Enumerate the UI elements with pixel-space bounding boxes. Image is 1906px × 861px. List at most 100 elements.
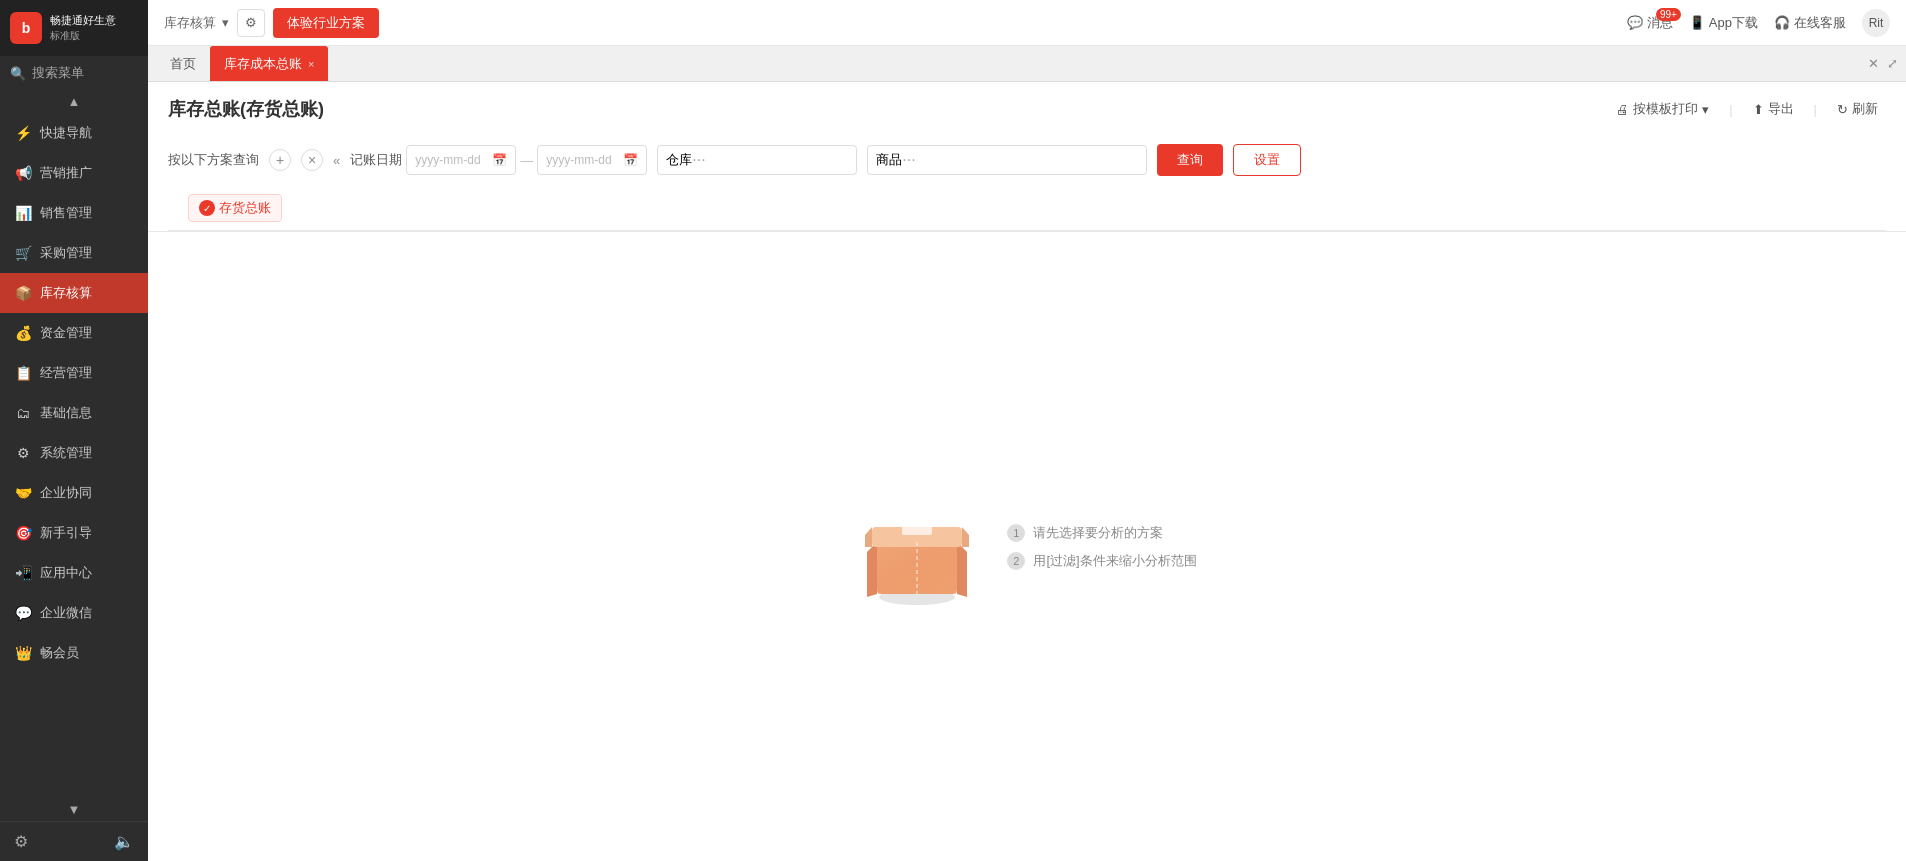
warehouse-more-icon[interactable]: ···: [692, 151, 705, 169]
sidebar-item-label: 采购管理: [40, 244, 92, 262]
enterprise-icon: 🤝: [14, 484, 32, 502]
filter-bar: 按以下方案查询 + × « 记账日期 yyyy-mm-dd 📅 — yyyy-m…: [168, 134, 1886, 186]
sidebar-item-enterprise[interactable]: 🤝 企业协同: [0, 473, 148, 513]
tab-inventory-ledger[interactable]: 库存成本总账 ×: [210, 46, 328, 81]
sidebar-item-guide[interactable]: 🎯 新手引导: [0, 513, 148, 553]
sidebar-item-operation[interactable]: 📋 经营管理: [0, 353, 148, 393]
svg-marker-7: [962, 527, 969, 547]
topbar: 库存核算 ▾ ⚙ 体验行业方案 💬 消息 99+ 📱 App下载 🎧 在线客服 …: [148, 0, 1906, 46]
sidebar-item-app-center[interactable]: 📲 应用中心: [0, 553, 148, 593]
sidebar-item-label: 畅会员: [40, 644, 79, 662]
system-icon: ⚙: [14, 444, 32, 462]
step-2-text: 用[过滤]条件来缩小分析范围: [1033, 552, 1196, 570]
logo-app-name: 畅捷通好生意: [50, 13, 116, 28]
home-tab-label: 首页: [170, 55, 196, 73]
sidebar-item-label: 企业协同: [40, 484, 92, 502]
action-divider: |: [1729, 102, 1732, 117]
empty-step-1: 1 请先选择要分析的方案: [1007, 524, 1196, 542]
refresh-icon: ↻: [1837, 102, 1848, 117]
sidebar-item-purchase[interactable]: 🛒 采购管理: [0, 233, 148, 273]
sidebar-item-system[interactable]: ⚙ 系统管理: [0, 433, 148, 473]
tab-resize-icon[interactable]: ⤢: [1887, 56, 1898, 71]
sidebar-item-label: 库存核算: [40, 284, 92, 302]
sidebar-item-inventory[interactable]: 📦 库存核算: [0, 273, 148, 313]
page-header: 库存总账(存货总账) 🖨 按模板打印 ▾ | ⬆ 导出 | ↻: [148, 82, 1906, 232]
marketing-icon: 📢: [14, 164, 32, 182]
sub-filter-label: 存货总账: [219, 199, 271, 217]
online-service-btn[interactable]: 🎧 在线客服: [1774, 14, 1846, 32]
message-btn[interactable]: 💬 消息 99+: [1627, 14, 1673, 32]
warehouse-filter[interactable]: 仓库 ···: [657, 145, 857, 175]
finance-icon: 💰: [14, 324, 32, 342]
date-to-placeholder: yyyy-mm-dd: [546, 153, 611, 167]
filter-date-label: 记账日期: [350, 151, 402, 169]
date-from-input[interactable]: yyyy-mm-dd 📅: [406, 145, 516, 175]
sidebar-logo: b 畅捷通好生意 标准版: [0, 0, 148, 56]
sidebar-item-basic-info[interactable]: 🗂 基础信息: [0, 393, 148, 433]
headset-icon: 🎧: [1774, 15, 1790, 30]
topbar-breadcrumb: 库存核算 ▾: [164, 14, 229, 32]
date-to-input[interactable]: yyyy-mm-dd 📅: [537, 145, 647, 175]
sidebar-scroll-up[interactable]: ▲: [0, 90, 148, 113]
sidebar-scroll-down[interactable]: ▼: [0, 798, 148, 821]
page-title: 库存总账(存货总账): [168, 97, 324, 121]
query-btn[interactable]: 查询: [1157, 144, 1223, 176]
action-divider-2: |: [1814, 102, 1817, 117]
sidebar-item-wechat[interactable]: 💬 企业微信: [0, 593, 148, 633]
date-separator: —: [520, 153, 533, 168]
filter-label: 按以下方案查询: [168, 151, 259, 169]
sidebar-audio-btn[interactable]: 🔈: [114, 832, 134, 851]
sidebar-search[interactable]: 🔍 搜索菜单: [0, 56, 148, 90]
search-icon: 🔍: [10, 66, 26, 81]
product-more-icon[interactable]: ···: [902, 151, 915, 169]
topbar-settings-btn[interactable]: ⚙: [237, 9, 265, 37]
sidebar-item-finance[interactable]: 💰 资金管理: [0, 313, 148, 353]
industry-btn[interactable]: 体验行业方案: [273, 8, 379, 38]
calendar-icon: 📅: [492, 153, 507, 167]
sidebar-item-label: 营销推广: [40, 164, 92, 182]
refresh-btn[interactable]: ↻ 刷新: [1829, 96, 1886, 122]
product-filter[interactable]: 商品 ···: [867, 145, 1147, 175]
sidebar-bottom: ⚙ 🔈: [0, 821, 148, 861]
sub-filter-item[interactable]: ✓ 存货总账: [188, 194, 282, 222]
sidebar-item-label: 资金管理: [40, 324, 92, 342]
print-icon: 🖨: [1616, 102, 1629, 117]
export-label: 导出: [1768, 100, 1794, 118]
sidebar-nav: ⚡ 快捷导航 📢 营销推广 📊 销售管理 🛒 采购管理 📦 库存核算 💰 资金管…: [0, 113, 148, 798]
topbar-right: 💬 消息 99+ 📱 App下载 🎧 在线客服 Rit: [1627, 9, 1890, 37]
svg-marker-3: [957, 542, 967, 597]
sidebar-item-sales[interactable]: 📊 销售管理: [0, 193, 148, 233]
sidebar-item-member[interactable]: 👑 畅会员: [0, 633, 148, 673]
empty-step-2: 2 用[过滤]条件来缩小分析范围: [1007, 552, 1196, 570]
user-avatar[interactable]: Rit: [1862, 9, 1890, 37]
tab-close-icon[interactable]: ×: [308, 58, 314, 70]
page-title-row: 库存总账(存货总账) 🖨 按模板打印 ▾ | ⬆ 导出 | ↻: [168, 96, 1886, 122]
filter-add-btn[interactable]: +: [269, 149, 291, 171]
content-area: 库存总账(存货总账) 🖨 按模板打印 ▾ | ⬆ 导出 | ↻: [148, 82, 1906, 861]
tab-home[interactable]: 首页: [156, 46, 210, 81]
filter-collapse-btn[interactable]: «: [333, 153, 340, 168]
setting-btn[interactable]: 设置: [1233, 144, 1301, 176]
guide-icon: 🎯: [14, 524, 32, 542]
phone-icon: 📱: [1689, 15, 1705, 30]
sub-filter-check-icon: ✓: [199, 200, 215, 216]
tab-window-close-icon[interactable]: ✕: [1868, 56, 1879, 71]
svg-marker-2: [867, 542, 877, 597]
filter-clear-btn[interactable]: ×: [301, 149, 323, 171]
sub-filter-bar: ✓ 存货总账: [168, 186, 1886, 231]
inventory-icon: 📦: [14, 284, 32, 302]
logo-icon: b: [10, 12, 42, 44]
sidebar-item-quick-nav[interactable]: ⚡ 快捷导航: [0, 113, 148, 153]
product-label: 商品: [876, 151, 902, 169]
sidebar-item-label: 应用中心: [40, 564, 92, 582]
filter-date-group: 记账日期 yyyy-mm-dd 📅 — yyyy-mm-dd 📅: [350, 145, 647, 175]
app-label: App下载: [1709, 14, 1758, 32]
print-btn[interactable]: 🖨 按模板打印 ▾: [1608, 96, 1717, 122]
sidebar-settings-btn[interactable]: ⚙: [14, 832, 28, 851]
sidebar-item-marketing[interactable]: 📢 营销推广: [0, 153, 148, 193]
sidebar-item-label: 快捷导航: [40, 124, 92, 142]
app-download-btn[interactable]: 📱 App下载: [1689, 14, 1758, 32]
refresh-label: 刷新: [1852, 100, 1878, 118]
operation-icon: 📋: [14, 364, 32, 382]
export-btn[interactable]: ⬆ 导出: [1745, 96, 1802, 122]
